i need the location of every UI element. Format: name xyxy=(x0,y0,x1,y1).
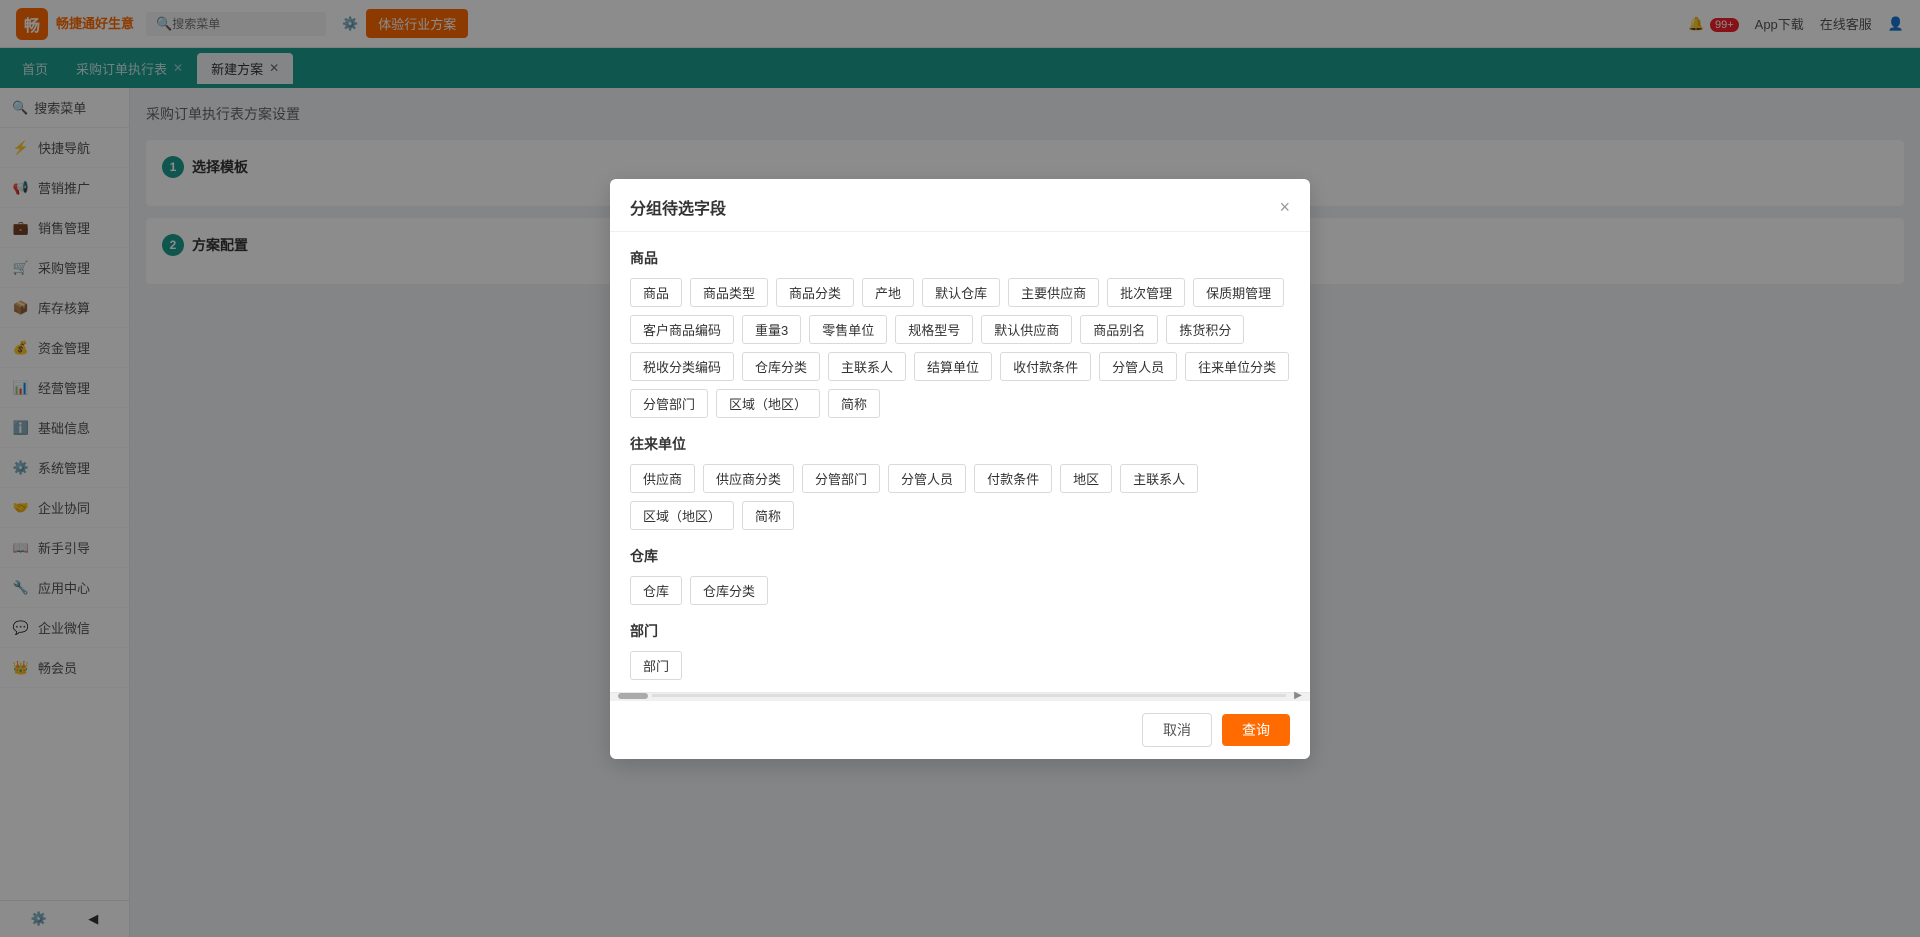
field-chips-dept: 部门 xyxy=(630,651,1290,680)
field-chip-goods-20[interactable]: 分管人员 xyxy=(1099,352,1177,381)
field-select-modal: 分组待选字段 × 商品 商品 商品类型 商品分类 产地 默认仓库 主要供应商 批… xyxy=(610,179,1310,759)
field-chip-goods-13[interactable]: 商品别名 xyxy=(1080,315,1158,344)
modal-close-btn[interactable]: × xyxy=(1279,198,1290,216)
modal-overlay: 分组待选字段 × 商品 商品 商品类型 商品分类 产地 默认仓库 主要供应商 批… xyxy=(0,0,1920,937)
modal-confirm-btn[interactable]: 查询 xyxy=(1222,714,1290,746)
field-chip-goods-2[interactable]: 商品分类 xyxy=(776,278,854,307)
field-chip-cp-3[interactable]: 分管人员 xyxy=(888,464,966,493)
field-chip-cp-5[interactable]: 地区 xyxy=(1060,464,1112,493)
field-chip-goods-11[interactable]: 规格型号 xyxy=(895,315,973,344)
field-chip-goods-1[interactable]: 商品类型 xyxy=(690,278,768,307)
modal-footer: 取消 查询 xyxy=(610,700,1310,759)
field-chips-warehouse: 仓库 仓库分类 xyxy=(630,576,1290,605)
field-chip-goods-23[interactable]: 区域（地区） xyxy=(716,389,820,418)
field-chip-goods-9[interactable]: 重量3 xyxy=(742,315,801,344)
field-chip-cp-8[interactable]: 简称 xyxy=(742,501,794,530)
field-chip-goods-6[interactable]: 批次管理 xyxy=(1107,278,1185,307)
field-chip-goods-15[interactable]: 税收分类编码 xyxy=(630,352,734,381)
modal-title: 分组待选字段 xyxy=(630,195,726,219)
field-chip-wh-0[interactable]: 仓库 xyxy=(630,576,682,605)
modal-header: 分组待选字段 × xyxy=(610,179,1310,232)
field-chip-goods-3[interactable]: 产地 xyxy=(862,278,914,307)
field-chip-goods-5[interactable]: 主要供应商 xyxy=(1008,278,1099,307)
field-chip-goods-19[interactable]: 收付款条件 xyxy=(1000,352,1091,381)
field-chip-goods-18[interactable]: 结算单位 xyxy=(914,352,992,381)
section-title-warehouse: 仓库 xyxy=(630,546,1290,566)
field-chip-cp-0[interactable]: 供应商 xyxy=(630,464,695,493)
section-title-dept: 部门 xyxy=(630,621,1290,641)
field-chip-cp-6[interactable]: 主联系人 xyxy=(1120,464,1198,493)
field-chip-goods-16[interactable]: 仓库分类 xyxy=(742,352,820,381)
section-title-counterparty: 往来单位 xyxy=(630,434,1290,454)
field-chips-counterparty: 供应商 供应商分类 分管部门 分管人员 付款条件 地区 主联系人 区域（地区） … xyxy=(630,464,1290,530)
section-title-goods: 商品 xyxy=(630,248,1290,268)
modal-hscrollbar[interactable]: ▶ xyxy=(610,692,1310,699)
field-chip-goods-21[interactable]: 往来单位分类 xyxy=(1185,352,1289,381)
field-chip-cp-1[interactable]: 供应商分类 xyxy=(703,464,794,493)
field-chip-goods-8[interactable]: 客户商品编码 xyxy=(630,315,734,344)
field-chip-goods-10[interactable]: 零售单位 xyxy=(809,315,887,344)
field-chip-goods-17[interactable]: 主联系人 xyxy=(828,352,906,381)
field-chip-goods-24[interactable]: 简称 xyxy=(828,389,880,418)
field-chip-goods-7[interactable]: 保质期管理 xyxy=(1193,278,1284,307)
field-chips-goods: 商品 商品类型 商品分类 产地 默认仓库 主要供应商 批次管理 保质期管理 客户… xyxy=(630,278,1290,418)
modal-cancel-btn[interactable]: 取消 xyxy=(1142,713,1212,747)
field-chip-dept-0[interactable]: 部门 xyxy=(630,651,682,680)
field-chip-goods-22[interactable]: 分管部门 xyxy=(630,389,708,418)
field-chip-cp-7[interactable]: 区域（地区） xyxy=(630,501,734,530)
field-chip-goods-4[interactable]: 默认仓库 xyxy=(922,278,1000,307)
field-chip-cp-4[interactable]: 付款条件 xyxy=(974,464,1052,493)
field-chip-goods-0[interactable]: 商品 xyxy=(630,278,682,307)
field-chip-cp-2[interactable]: 分管部门 xyxy=(802,464,880,493)
field-chip-goods-12[interactable]: 默认供应商 xyxy=(981,315,1072,344)
field-chip-goods-14[interactable]: 拣货积分 xyxy=(1166,315,1244,344)
modal-body[interactable]: 商品 商品 商品类型 商品分类 产地 默认仓库 主要供应商 批次管理 保质期管理… xyxy=(610,232,1310,693)
field-chip-wh-1[interactable]: 仓库分类 xyxy=(690,576,768,605)
